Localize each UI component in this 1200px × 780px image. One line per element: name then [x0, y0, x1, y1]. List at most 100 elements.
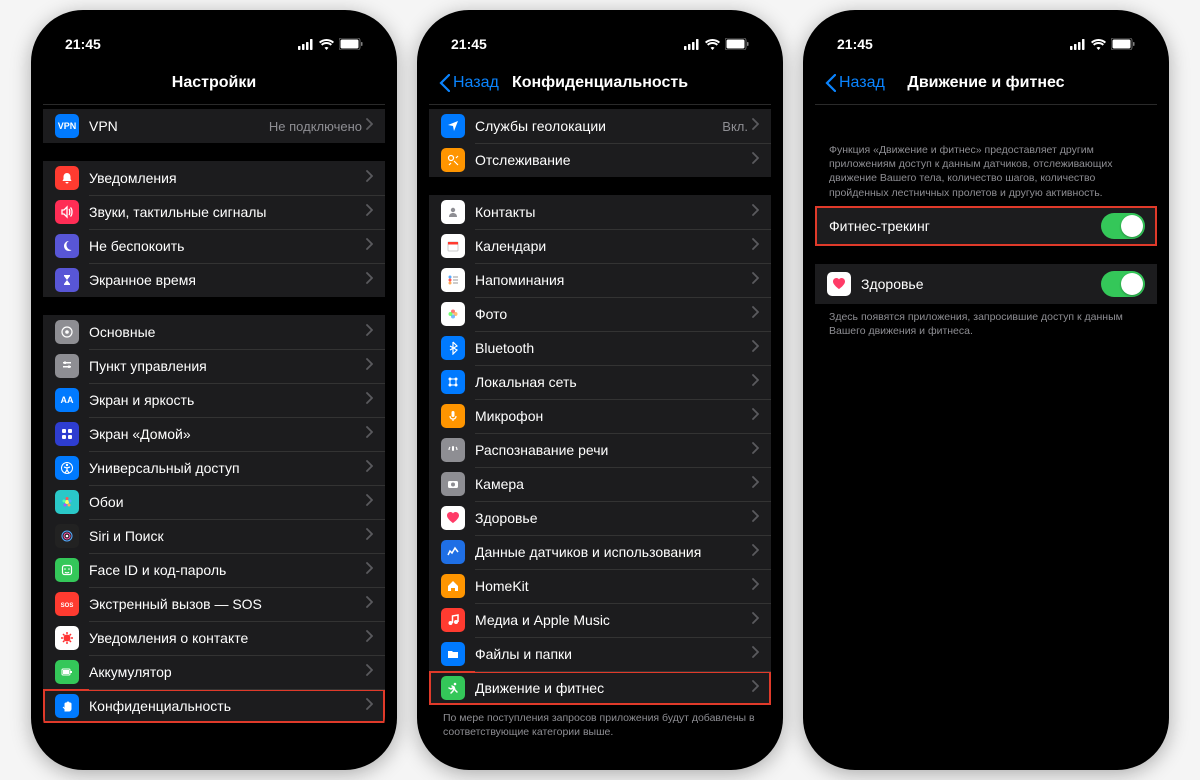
cell-label: Face ID и код-пароль [89, 562, 366, 578]
health-toggle[interactable] [1101, 271, 1145, 297]
chevron-right-icon [366, 425, 373, 443]
chevron-right-icon [752, 305, 759, 323]
cell-fitness-tracking[interactable]: Фитнес-трекинг [815, 206, 1157, 246]
cell-lan[interactable]: Локальная сеть [429, 365, 771, 399]
cell-sound[interactable]: Звуки, тактильные сигналы [43, 195, 385, 229]
cell-label: Медиа и Apple Music [475, 612, 752, 628]
cell-label: Отслеживание [475, 152, 752, 168]
chevron-right-icon [752, 237, 759, 255]
cell-run[interactable]: Движение и фитнес [429, 671, 771, 705]
cell-loc[interactable]: Службы геолокации Вкл. [429, 109, 771, 143]
cell-label: Экстренный вызов — SOS [89, 596, 366, 612]
cell-hourglass[interactable]: Экранное время [43, 263, 385, 297]
status-indicators [1070, 38, 1135, 50]
cell-covid[interactable]: Уведомления о контакте [43, 621, 385, 655]
cell-folder[interactable]: Файлы и папки [429, 637, 771, 671]
calendar-icon [441, 234, 465, 258]
cell-label: Экран и яркость [89, 392, 366, 408]
content[interactable]: Службы геолокации Вкл. Отслеживание Конт… [429, 105, 771, 758]
group-apps: Контакты Календари Напоминания Фото Blue… [429, 195, 771, 705]
cell-contacts[interactable]: Контакты [429, 195, 771, 229]
navbar: Назад Конфиденциальность [429, 62, 771, 105]
cell-AA[interactable]: AA Экран и яркость [43, 383, 385, 417]
chevron-right-icon [366, 203, 373, 221]
cell-music[interactable]: Медиа и Apple Music [429, 603, 771, 637]
cell-bell[interactable]: Уведомления [43, 161, 385, 195]
cell-siri[interactable]: Siri и Поиск [43, 519, 385, 553]
navbar-title: Движение и фитнес [907, 74, 1064, 92]
navbar: Настройки [43, 62, 385, 105]
status-indicators [298, 38, 363, 50]
run-icon [441, 676, 465, 700]
health-icon [827, 272, 851, 296]
track-icon [441, 148, 465, 172]
cell-access[interactable]: Универсальный доступ [43, 451, 385, 485]
cell-hand[interactable]: Конфиденциальность [43, 689, 385, 723]
cell-moon[interactable]: Не беспокоить [43, 229, 385, 263]
content[interactable]: VPN VPN Не подключено Уведомления Звуки,… [43, 105, 385, 758]
svg-text:SOS: SOS [61, 603, 74, 609]
back-button[interactable]: Назад [825, 74, 885, 92]
reminders-icon [441, 268, 465, 292]
cell-home[interactable]: HomeKit [429, 569, 771, 603]
notch [525, 10, 675, 36]
chevron-right-icon [752, 543, 759, 561]
chevron-right-icon [366, 629, 373, 647]
chevron-right-icon [752, 373, 759, 391]
fitness-toggle[interactable] [1101, 213, 1145, 239]
health-icon [441, 506, 465, 530]
battery-icon [1111, 38, 1135, 50]
status-indicators [684, 38, 749, 50]
loc-icon [441, 114, 465, 138]
chevron-right-icon [366, 271, 373, 289]
contacts-icon [441, 200, 465, 224]
camera-icon [441, 472, 465, 496]
chevron-right-icon [366, 323, 373, 341]
chevron-right-icon [366, 493, 373, 511]
chevron-right-icon [366, 595, 373, 613]
group-notifications: Уведомления Звуки, тактильные сигналы Не… [43, 161, 385, 297]
moon-icon [55, 234, 79, 258]
cell-mic[interactable]: Микрофон [429, 399, 771, 433]
cell-label: Siri и Поиск [89, 528, 366, 544]
back-button[interactable]: Назад [439, 74, 499, 92]
chevron-right-icon [752, 117, 759, 135]
cell-label: Фитнес-трекинг [829, 218, 1101, 234]
cell-batt[interactable]: Аккумулятор [43, 655, 385, 689]
cell-health[interactable]: Здоровье [815, 264, 1157, 304]
signal-icon [298, 39, 314, 50]
chevron-right-icon [752, 645, 759, 663]
cell-sliders[interactable]: Пункт управления [43, 349, 385, 383]
cell-vpn[interactable]: VPN VPN Не подключено [43, 109, 385, 143]
cell-grid[interactable]: Экран «Домой» [43, 417, 385, 451]
cell-bt[interactable]: Bluetooth [429, 331, 771, 365]
cell-face[interactable]: Face ID и код-пароль [43, 553, 385, 587]
hourglass-icon [55, 268, 79, 292]
chevron-right-icon [752, 271, 759, 289]
cell-gear[interactable]: Основные [43, 315, 385, 349]
SOS-icon: SOS [55, 592, 79, 616]
cell-label: Фото [475, 306, 752, 322]
cell-calendar[interactable]: Календари [429, 229, 771, 263]
cell-reminders[interactable]: Напоминания [429, 263, 771, 297]
cell-photos[interactable]: Фото [429, 297, 771, 331]
cell-SOS[interactable]: SOS Экстренный вызов — SOS [43, 587, 385, 621]
chevron-right-icon [366, 527, 373, 545]
cell-sensor[interactable]: Данные датчиков и использования [429, 535, 771, 569]
chevron-right-icon [752, 203, 759, 221]
chevron-right-icon [752, 509, 759, 527]
cell-flower[interactable]: Обои [43, 485, 385, 519]
phone-motion: 21:45 Назад Движение и фитнес Функция «Д… [803, 10, 1169, 770]
group-footer: Здесь появятся приложения, запросившие д… [815, 304, 1157, 338]
chevron-left-icon [825, 74, 836, 92]
group-fitness: Фитнес-трекинг [815, 206, 1157, 246]
cell-label: Звуки, тактильные сигналы [89, 204, 366, 220]
cell-speech[interactable]: Распознавание речи [429, 433, 771, 467]
group-general: Основные Пункт управления AA Экран и ярк… [43, 315, 385, 723]
screen: 21:45 Настройки VPN VPN Не подключено Ув… [43, 22, 385, 758]
cell-camera[interactable]: Камера [429, 467, 771, 501]
content[interactable]: Функция «Движение и фитнес» предоставляе… [815, 105, 1157, 758]
cell-track[interactable]: Отслеживание [429, 143, 771, 177]
cell-health[interactable]: Здоровье [429, 501, 771, 535]
cell-label: Не беспокоить [89, 238, 366, 254]
